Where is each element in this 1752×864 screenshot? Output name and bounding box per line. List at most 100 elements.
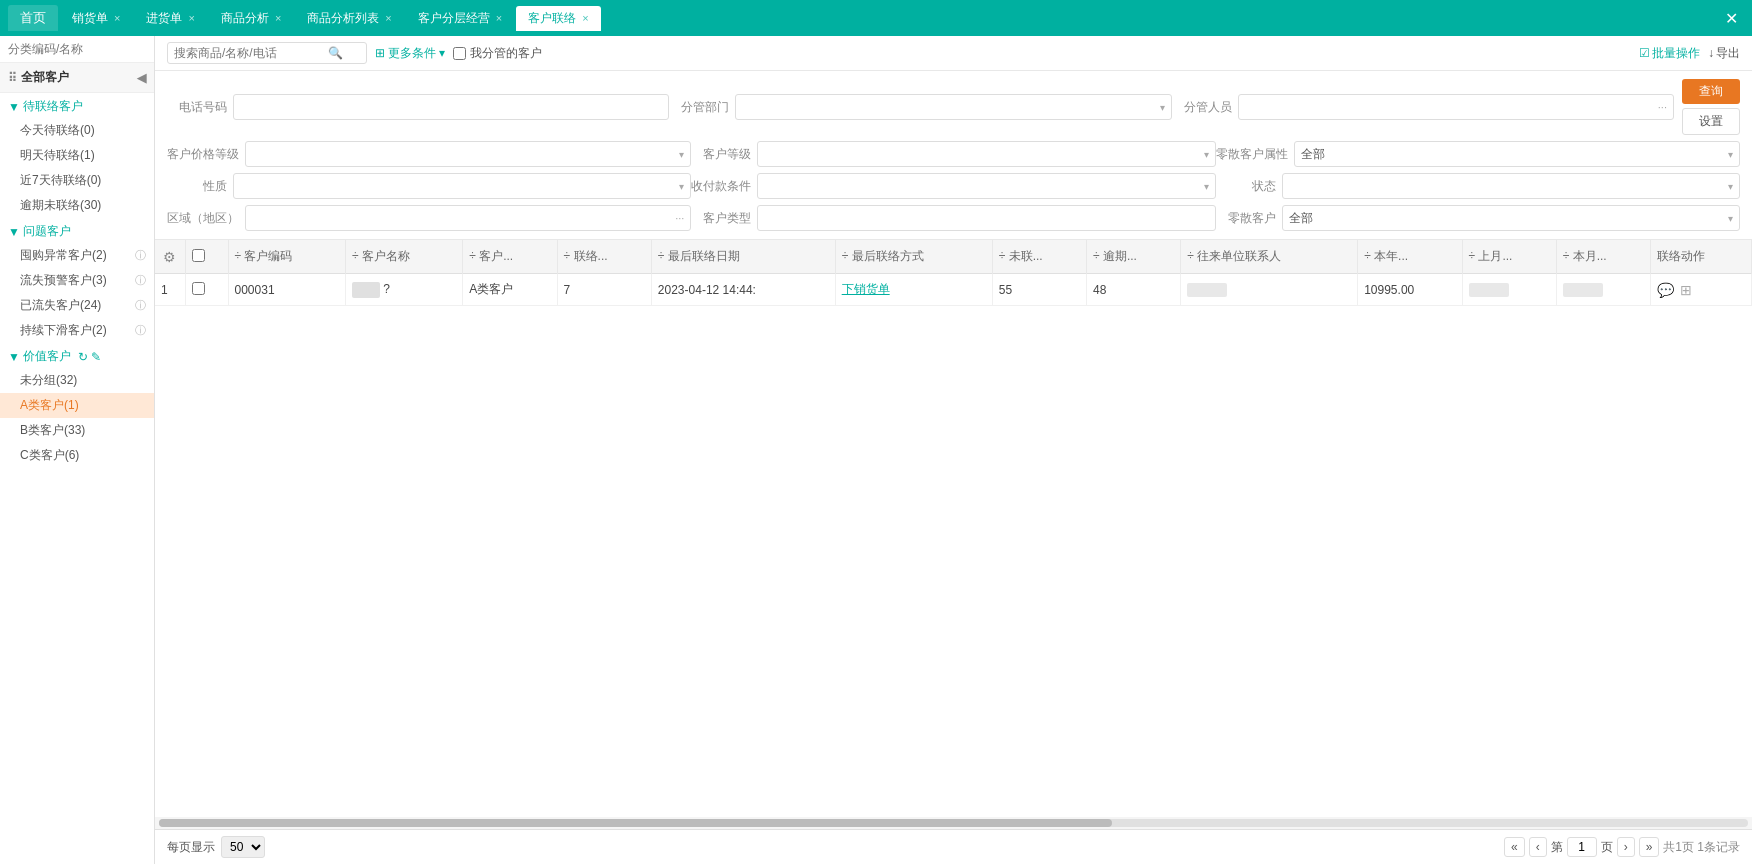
page-size-area: 每页显示 50 <box>167 836 265 858</box>
row-index: 1 <box>155 274 185 306</box>
row-checkbox <box>185 274 228 306</box>
nav-tab-customer-contact[interactable]: 客户联络 × <box>516 6 600 31</box>
nav-tab-home[interactable]: 首页 <box>8 5 58 31</box>
customer-code-cell: 000031 <box>228 274 345 306</box>
nav-tab-goods-analysis[interactable]: 商品分析 × <box>209 6 293 31</box>
export-button[interactable]: ↓ 导出 <box>1708 45 1740 62</box>
nature-label: 性质 <box>167 178 227 195</box>
horizontal-scrollbar[interactable] <box>155 817 1752 829</box>
next-page-button[interactable]: › <box>1617 837 1635 857</box>
this-month-amount-cell <box>1556 274 1650 306</box>
contact-method-link[interactable]: 下销货单 <box>842 282 890 296</box>
close-customer-segment-icon[interactable]: × <box>496 12 502 24</box>
select-all-checkbox[interactable] <box>192 249 205 262</box>
page-number-input[interactable] <box>1567 837 1597 857</box>
company-contact-placeholder <box>1187 283 1227 297</box>
total-records-info: 共1页 1条记录 <box>1663 839 1740 856</box>
phone-field: 电话号码 <box>167 94 669 120</box>
sidebar-item-c-class[interactable]: C类客户(6) <box>0 443 154 468</box>
name-col-header[interactable]: ÷ 客户名称 <box>345 240 462 274</box>
sidebar-item-a-class[interactable]: A类客户(1) <box>0 393 154 418</box>
message-action-icon[interactable]: 💬 <box>1657 282 1674 298</box>
no-contact-col-header[interactable]: ÷ 未联... <box>992 240 1086 274</box>
refresh-icon[interactable]: ↻ <box>78 350 88 364</box>
sidebar-item-declining[interactable]: 持续下滑客户(2) ⓘ <box>0 318 154 343</box>
nav-tab-goods-analysis-list[interactable]: 商品分析列表 × <box>295 6 403 31</box>
sidebar-item-b-class[interactable]: B类客户(33) <box>0 418 154 443</box>
sidebar-all-customers-header: ⠿ 全部客户 ◀ <box>0 63 154 93</box>
nature-select[interactable]: ▾ <box>233 173 691 199</box>
customer-type-col-header[interactable]: ÷ 客户... <box>463 240 557 274</box>
sidebar-item-7day-pending[interactable]: 近7天待联络(0) <box>0 168 154 193</box>
dept-select[interactable]: ▾ <box>735 94 1171 120</box>
customer-type-select[interactable] <box>757 205 1215 231</box>
sidebar-collapse-icon[interactable]: ◀ <box>137 71 146 85</box>
sidebar-item-churned[interactable]: 已流失客户(24) ⓘ <box>0 293 154 318</box>
sidebar-item-overdue-contact[interactable]: 逾期未联络(30) <box>0 193 154 218</box>
close-customer-contact-icon[interactable]: × <box>582 12 588 24</box>
region-label: 区域（地区） <box>167 210 239 227</box>
close-all-tabs-icon[interactable]: ✕ <box>1719 7 1744 30</box>
nav-tab-purchase[interactable]: 进货单 × <box>134 6 206 31</box>
close-purchase-icon[interactable]: × <box>188 12 194 24</box>
my-customers-checkbox[interactable]: 我分管的客户 <box>453 45 542 62</box>
more-conditions-btn[interactable]: ⊞ 更多条件 ▾ <box>375 45 445 62</box>
sidebar-section-pending[interactable]: ▼ 待联络客户 <box>0 93 154 118</box>
region-field: 区域（地区） ··· <box>167 205 691 231</box>
last-month-col-header[interactable]: ÷ 上月... <box>1462 240 1556 274</box>
status-select[interactable]: ▾ <box>1282 173 1740 199</box>
this-year-col-header[interactable]: ÷ 本年... <box>1358 240 1462 274</box>
page-navigation: « ‹ 第 页 › » 共1页 1条记录 <box>1504 837 1740 857</box>
payment-label: 收付款条件 <box>691 178 751 195</box>
person-select[interactable]: ··· <box>1238 94 1674 120</box>
last-contact-date-col-header[interactable]: ÷ 最后联络日期 <box>651 240 835 274</box>
advanced-filter-panel: 电话号码 分管部门 ▾ 分管人员 ··· 查询 <box>155 71 1752 240</box>
person-dots: ··· <box>1658 101 1667 113</box>
sidebar-item-hoarding-anomaly[interactable]: 囤购异常客户(2) ⓘ <box>0 243 154 268</box>
nature-arrow-icon: ▾ <box>679 181 684 192</box>
sidebar-search-input[interactable] <box>8 42 155 56</box>
first-page-button[interactable]: « <box>1504 837 1525 857</box>
scrollbar-thumb[interactable] <box>159 819 1112 827</box>
retail-attr-select[interactable]: 全部 ▾ <box>1294 141 1740 167</box>
my-customers-check[interactable] <box>453 47 466 60</box>
per-page-select[interactable]: 50 <box>221 836 265 858</box>
search-icon: 🔍 <box>328 46 343 60</box>
sidebar-section-problem[interactable]: ▼ 问题客户 <box>0 218 154 243</box>
qr-action-icon[interactable]: ⊞ <box>1680 282 1692 298</box>
sidebar-item-churn-warning[interactable]: 流失预警客户(3) ⓘ <box>0 268 154 293</box>
nav-tab-customer-segment[interactable]: 客户分层经营 × <box>406 6 514 31</box>
close-goods-analysis-list-icon[interactable]: × <box>385 12 391 24</box>
company-contact-col-header[interactable]: ÷ 往来单位联系人 <box>1181 240 1358 274</box>
last-page-button[interactable]: » <box>1639 837 1660 857</box>
phone-input[interactable] <box>233 94 669 120</box>
region-select[interactable]: ··· <box>245 205 691 231</box>
pagination-bar: 每页显示 50 « ‹ 第 页 › » 共1页 1条记录 <box>155 829 1752 864</box>
close-sales-icon[interactable]: × <box>114 12 120 24</box>
sidebar-item-tomorrow-pending[interactable]: 明天待联络(1) <box>0 143 154 168</box>
search-input[interactable] <box>174 46 324 60</box>
batch-op-button[interactable]: ☑ 批量操作 <box>1639 45 1700 62</box>
sidebar-section-value[interactable]: ▼ 价值客户 ↻ ✎ <box>0 343 154 368</box>
prev-page-button[interactable]: ‹ <box>1529 837 1547 857</box>
retail-customer-select[interactable]: 全部 ▾ <box>1282 205 1740 231</box>
code-col-header[interactable]: ÷ 客户编码 <box>228 240 345 274</box>
sidebar-item-today-pending[interactable]: 今天待联络(0) <box>0 118 154 143</box>
column-settings-button[interactable]: ⚙ <box>163 249 176 265</box>
price-level-select[interactable]: ▾ <box>245 141 691 167</box>
query-button[interactable]: 查询 <box>1682 79 1740 104</box>
table-header-row: ⚙ ÷ 客户编码 ÷ 客户名称 <box>155 240 1752 274</box>
last-contact-method-col-header[interactable]: ÷ 最后联络方式 <box>835 240 992 274</box>
payment-select[interactable]: ▾ <box>757 173 1215 199</box>
setting-button[interactable]: 设置 <box>1682 108 1740 135</box>
this-month-col-header[interactable]: ÷ 本月... <box>1556 240 1650 274</box>
edit-icon[interactable]: ✎ <box>91 350 101 364</box>
sidebar-item-ungrouped[interactable]: 未分组(32) <box>0 368 154 393</box>
customer-level-select[interactable]: ▾ <box>757 141 1215 167</box>
nav-tab-sales[interactable]: 销货单 × <box>60 6 132 31</box>
contact-col-header[interactable]: ÷ 联络... <box>557 240 651 274</box>
close-goods-analysis-icon[interactable]: × <box>275 12 281 24</box>
row-select-checkbox[interactable] <box>192 282 205 295</box>
retail-attr-label: 零散客户属性 <box>1216 146 1288 163</box>
overdue-col-header[interactable]: ÷ 逾期... <box>1087 240 1181 274</box>
